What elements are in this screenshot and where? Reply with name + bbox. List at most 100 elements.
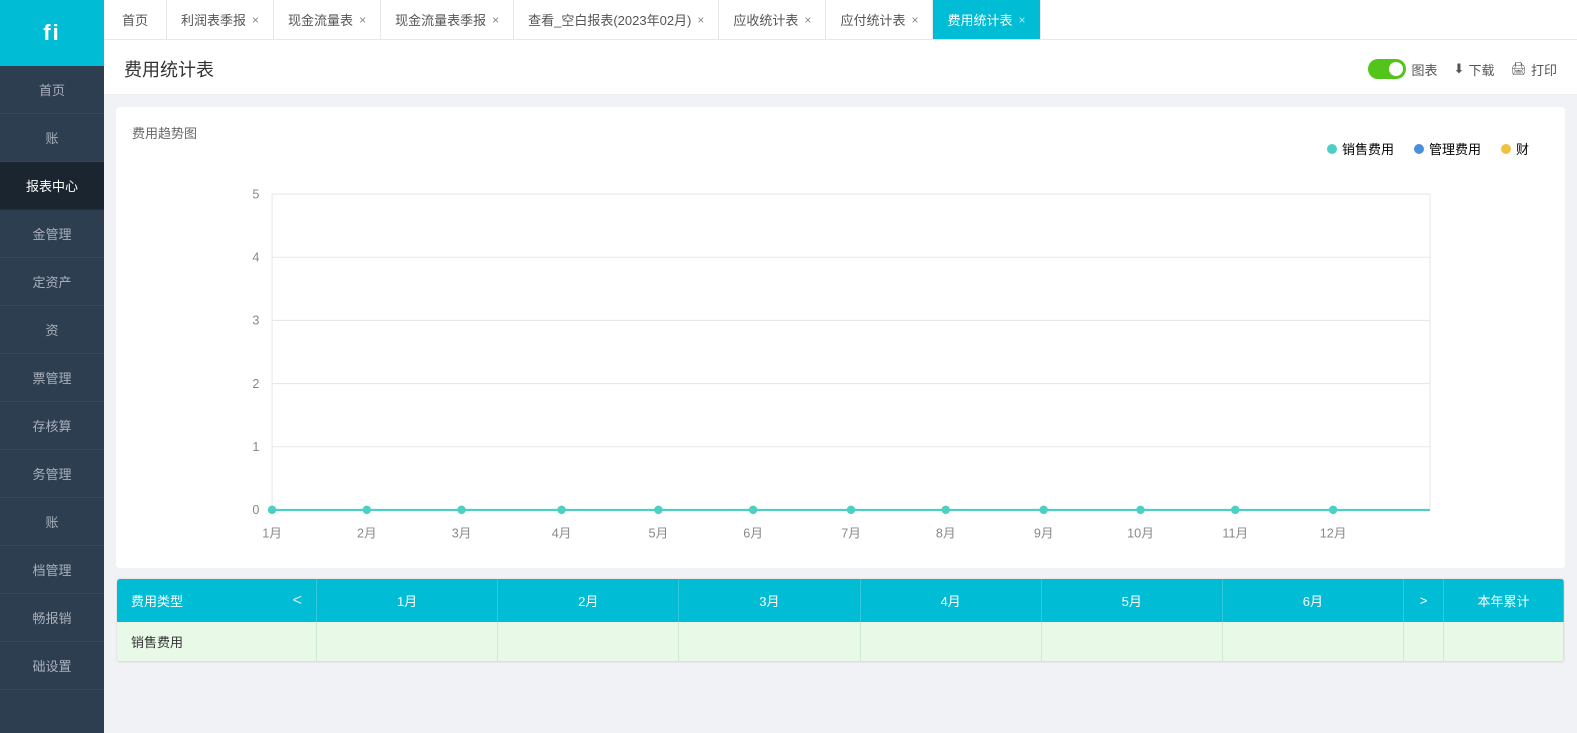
sidebar-scroll: 首页 账 报表中心 金管理 定资产 资 票管理 存核算 务管理 账 档管理 畅报…	[0, 66, 104, 733]
svg-text:2: 2	[252, 377, 259, 391]
chart-toggle-wrap: 图表	[1368, 59, 1438, 79]
tab-payable[interactable]: 应付统计表 ×	[826, 0, 933, 40]
svg-text:0: 0	[252, 503, 259, 517]
tab-cashflow[interactable]: 现金流量表 ×	[274, 0, 381, 40]
table-row: 销售费用	[117, 622, 1564, 662]
tab-expense-label: 费用统计表	[947, 10, 1012, 29]
legend-mgmt: 管理费用	[1414, 139, 1481, 158]
sidebar-item-reimbursement[interactable]: 畅报销	[0, 594, 104, 642]
tab-profit-close[interactable]: ×	[252, 13, 259, 27]
page-title: 费用统计表	[124, 56, 214, 82]
sidebar-item-business-mgmt[interactable]: 务管理	[0, 450, 104, 498]
legend-finance: 财	[1501, 139, 1529, 158]
tab-expense-close[interactable]: ×	[1018, 13, 1025, 27]
tab-profit[interactable]: 利润表季报 ×	[167, 0, 274, 40]
chart-point-10	[1136, 506, 1144, 514]
tab-cashflow-close[interactable]: ×	[359, 13, 366, 27]
td-m6-0	[1223, 622, 1404, 661]
sidebar-logo: fi	[0, 0, 104, 66]
svg-text:3: 3	[252, 314, 259, 328]
th-next-nav[interactable]: >	[1404, 579, 1444, 622]
chart-legend: 销售费用 管理费用 财	[1327, 139, 1529, 158]
print-button[interactable]: 🖨 打印	[1510, 60, 1557, 79]
tab-cashflow-q[interactable]: 现金流量表季报 ×	[381, 0, 514, 40]
download-button[interactable]: ⬇ 下载	[1454, 60, 1495, 79]
svg-text:1月: 1月	[262, 526, 282, 540]
table-section: 费用类型 < 1月 2月 3月 4月 5月 6月 > 本年累计 销售费用	[116, 578, 1565, 663]
legend-sales-label: 销售费用	[1342, 139, 1394, 158]
svg-text:4: 4	[252, 250, 259, 264]
legend-mgmt-dot	[1414, 144, 1424, 154]
svg-text:11月: 11月	[1222, 526, 1248, 540]
sidebar-item-ledger[interactable]: 账	[0, 498, 104, 546]
chart-point-4	[557, 506, 565, 514]
sidebar-item-finance-mgmt[interactable]: 金管理	[0, 210, 104, 258]
print-icon: 🖨	[1510, 61, 1527, 77]
th-month3: 3月	[679, 579, 860, 622]
chart-point-1	[268, 506, 276, 514]
tab-receivable-label: 应收统计表	[733, 10, 798, 29]
table-header: 费用类型 < 1月 2月 3月 4月 5月 6月 > 本年累计	[117, 579, 1564, 622]
td-m4-0	[861, 622, 1042, 661]
sidebar-item-inventory[interactable]: 存核算	[0, 402, 104, 450]
legend-finance-dot	[1501, 144, 1511, 154]
chart-toggle[interactable]	[1368, 59, 1406, 79]
svg-text:5: 5	[252, 187, 259, 201]
chart-point-11	[1231, 506, 1239, 514]
chart-svg: 5 4 3 2 1 0	[132, 152, 1549, 552]
download-icon: ⬇	[1454, 61, 1465, 77]
sidebar-item-home[interactable]: 首页	[0, 66, 104, 114]
th-month4: 4月	[861, 579, 1042, 622]
th-prev-nav[interactable]: <	[293, 592, 302, 610]
sidebar-item-basic-settings[interactable]: 础设置	[0, 642, 104, 690]
tab-expense[interactable]: 费用统计表 ×	[933, 0, 1040, 40]
tab-blank[interactable]: 查看_空白报表(2023年02月) ×	[514, 0, 719, 40]
tab-cashflow-q-close[interactable]: ×	[492, 13, 499, 27]
svg-text:8月: 8月	[936, 526, 956, 540]
svg-text:3月: 3月	[452, 526, 472, 540]
chart-point-12	[1329, 506, 1337, 514]
chart-point-2	[363, 506, 371, 514]
tab-receivable-close[interactable]: ×	[804, 13, 811, 27]
td-empty-0	[1404, 622, 1444, 661]
sidebar-item-account[interactable]: 账	[0, 114, 104, 162]
sidebar: fi 首页 账 报表中心 金管理 定资产 资 票管理 存核算 务管理 账 档管理…	[0, 0, 104, 733]
chart-wrapper: 费用趋势图 销售费用 管理费用 财	[132, 123, 1549, 552]
th-type: 费用类型 <	[117, 579, 317, 622]
td-m2-0	[498, 622, 679, 661]
tab-blank-close[interactable]: ×	[697, 13, 704, 27]
tab-blank-label: 查看_空白报表(2023年02月)	[528, 10, 691, 29]
th-month2: 2月	[498, 579, 679, 622]
download-label: 下载	[1468, 60, 1494, 79]
td-type-0: 销售费用	[117, 622, 317, 661]
svg-text:1: 1	[252, 440, 259, 454]
tab-cashflow-label: 现金流量表	[288, 10, 353, 29]
page-actions: 图表 ⬇ 下载 🖨 打印	[1368, 59, 1557, 79]
svg-text:5月: 5月	[649, 526, 669, 540]
table-body: 销售费用	[117, 622, 1564, 662]
legend-finance-label: 财	[1516, 139, 1529, 158]
sidebar-item-assets[interactable]: 资	[0, 306, 104, 354]
sidebar-item-fixed-assets[interactable]: 定资产	[0, 258, 104, 306]
tab-profit-label: 利润表季报	[181, 10, 246, 29]
td-m3-0	[679, 622, 860, 661]
chart-point-6	[749, 506, 757, 514]
td-m5-0	[1042, 622, 1223, 661]
legend-mgmt-label: 管理费用	[1429, 139, 1481, 158]
legend-sales: 销售费用	[1327, 139, 1394, 158]
sidebar-item-invoice-mgmt[interactable]: 票管理	[0, 354, 104, 402]
sidebar-item-archive-mgmt[interactable]: 档管理	[0, 546, 104, 594]
tab-payable-close[interactable]: ×	[911, 13, 918, 27]
chart-point-9	[1039, 506, 1047, 514]
svg-text:10月: 10月	[1127, 526, 1154, 540]
tab-bar: 首页 利润表季报 × 现金流量表 × 现金流量表季报 × 查看_空白报表(202…	[104, 0, 1577, 40]
svg-text:2月: 2月	[357, 526, 377, 540]
chart-point-7	[847, 506, 855, 514]
page-header: 费用统计表 图表 ⬇ 下载 🖨 打印	[104, 40, 1577, 95]
svg-text:6月: 6月	[743, 526, 763, 540]
tab-receivable[interactable]: 应收统计表 ×	[719, 0, 826, 40]
svg-text:12月: 12月	[1320, 526, 1347, 540]
tab-home[interactable]: 首页	[104, 0, 167, 40]
svg-text:9月: 9月	[1034, 526, 1054, 540]
sidebar-item-report-center[interactable]: 报表中心	[0, 162, 104, 210]
